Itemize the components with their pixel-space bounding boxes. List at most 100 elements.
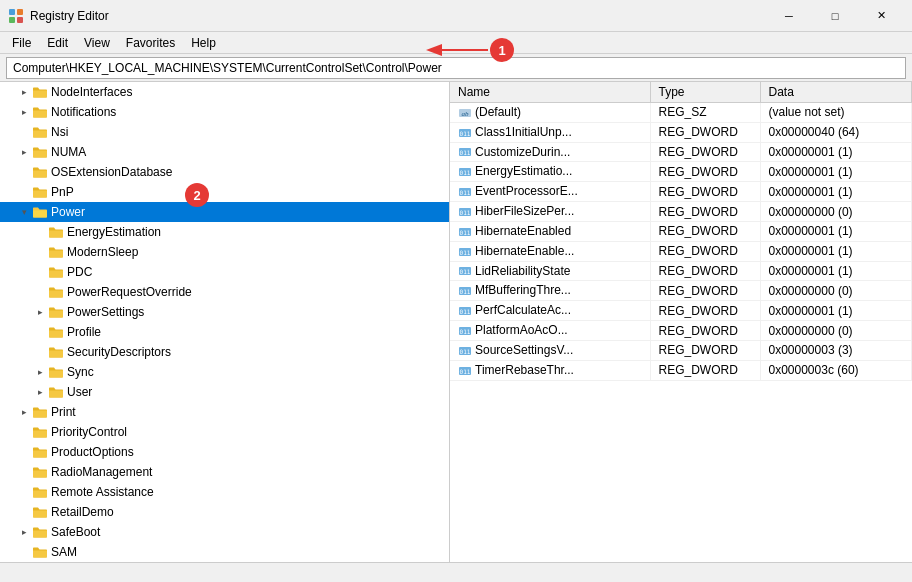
folder-icon (32, 544, 48, 560)
address-input[interactable] (6, 57, 906, 79)
tree-item-notifications[interactable]: ▸ Notifications (0, 102, 449, 122)
reg-data: 0x00000001 (1) (760, 221, 912, 241)
tree-item-pdc[interactable]: PDC (0, 262, 449, 282)
tree-item-radiomanagement[interactable]: RadioManagement (0, 462, 449, 482)
expand-btn[interactable]: ▾ (16, 204, 32, 220)
table-row[interactable]: 011 Class1InitialUnp... REG_DWORD 0x0000… (450, 122, 912, 142)
tree-item-powersettings[interactable]: ▸ PowerSettings (0, 302, 449, 322)
reg-name: 011 HibernateEnabled (450, 221, 650, 241)
svg-text:011: 011 (460, 348, 471, 355)
expand-btn[interactable]: ▸ (16, 524, 32, 540)
tree-item-prioritycontrol[interactable]: PriorityControl (0, 422, 449, 442)
svg-text:011: 011 (460, 229, 471, 236)
restore-button[interactable]: □ (812, 0, 858, 32)
table-row[interactable]: 011 HibernateEnabled REG_DWORD 0x0000000… (450, 221, 912, 241)
right-pane: Name Type Data ab (Default) REG_SZ (valu… (450, 82, 912, 562)
table-row[interactable]: 011 EnergyEstimatio... REG_DWORD 0x00000… (450, 162, 912, 182)
folder-icon (48, 384, 64, 400)
reg-type: REG_DWORD (650, 321, 760, 341)
table-row[interactable]: ab (Default) REG_SZ (value not set) (450, 103, 912, 123)
table-row[interactable]: 011 PlatformAoAcO... REG_DWORD 0x0000000… (450, 321, 912, 341)
folder-icon (32, 444, 48, 460)
reg-type: REG_DWORD (650, 281, 760, 301)
svg-rect-1 (17, 9, 23, 15)
tree-label: OSExtensionDatabase (51, 165, 172, 179)
tree-item-pnp[interactable]: PnP (0, 182, 449, 202)
tree-label: Remote Assistance (51, 485, 154, 499)
menu-help[interactable]: Help (183, 34, 224, 52)
folder-icon (32, 424, 48, 440)
tree-item-power[interactable]: ▾ Power (0, 202, 449, 222)
tree-item-productoptions[interactable]: ProductOptions (0, 442, 449, 462)
minimize-button[interactable]: ─ (766, 0, 812, 32)
table-row[interactable]: 011 HiberFileSizePer... REG_DWORD 0x0000… (450, 202, 912, 222)
svg-text:ab: ab (462, 110, 470, 118)
tree-item-safeboot[interactable]: ▸ SafeBoot (0, 522, 449, 542)
tree-label: ModernSleep (67, 245, 138, 259)
reg-data: 0x00000003 (3) (760, 340, 912, 360)
close-button[interactable]: ✕ (858, 0, 904, 32)
tree-label: RetailDemo (51, 505, 114, 519)
tree-item-numa[interactable]: ▸ NUMA (0, 142, 449, 162)
tree-label: PnP (51, 185, 74, 199)
reg-type: REG_DWORD (650, 122, 760, 142)
svg-text:011: 011 (460, 249, 471, 256)
menu-edit[interactable]: Edit (39, 34, 76, 52)
tree-item-sync[interactable]: ▸ Sync (0, 362, 449, 382)
folder-icon (32, 504, 48, 520)
expand-btn[interactable]: ▸ (16, 144, 32, 160)
tree-item-energyestimation[interactable]: EnergyEstimation (0, 222, 449, 242)
svg-rect-2 (9, 17, 15, 23)
expand-btn[interactable]: ▸ (32, 364, 48, 380)
folder-icon (48, 264, 64, 280)
table-row[interactable]: 011 PerfCalculateAc... REG_DWORD 0x00000… (450, 301, 912, 321)
tree-item-osextensiondatabase[interactable]: OSExtensionDatabase (0, 162, 449, 182)
menu-favorites[interactable]: Favorites (118, 34, 183, 52)
folder-icon (32, 464, 48, 480)
expand-btn[interactable]: ▸ (16, 104, 32, 120)
tree-item-remoteassistance[interactable]: Remote Assistance (0, 482, 449, 502)
tree-item-retaildemo[interactable]: RetailDemo (0, 502, 449, 522)
tree-label: ProductOptions (51, 445, 134, 459)
registry-table: Name Type Data ab (Default) REG_SZ (valu… (450, 82, 912, 381)
menu-view[interactable]: View (76, 34, 118, 52)
tree-item-modernsleep[interactable]: ModernSleep (0, 242, 449, 262)
table-row[interactable]: 011 LidReliabilityState REG_DWORD 0x0000… (450, 261, 912, 281)
tree-label: Profile (67, 325, 101, 339)
tree-label: Print (51, 405, 76, 419)
tree-pane[interactable]: ▸ NodeInterfaces▸ Notifications Nsi▸ NUM… (0, 82, 450, 562)
reg-name: 011 LidReliabilityState (450, 261, 650, 281)
table-row[interactable]: 011 TimerRebaseThr... REG_DWORD 0x000000… (450, 360, 912, 380)
reg-data: 0x00000001 (1) (760, 142, 912, 162)
reg-type: REG_DWORD (650, 202, 760, 222)
expand-btn[interactable]: ▸ (16, 404, 32, 420)
expand-btn[interactable]: ▸ (32, 384, 48, 400)
table-row[interactable]: 011 HibernateEnable... REG_DWORD 0x00000… (450, 241, 912, 261)
expand-placeholder (16, 444, 32, 460)
table-row[interactable]: 011 CustomizeDurin... REG_DWORD 0x000000… (450, 142, 912, 162)
expand-placeholder (16, 124, 32, 140)
title-bar-controls: ─ □ ✕ (766, 0, 904, 32)
tree-item-profile[interactable]: Profile (0, 322, 449, 342)
expand-placeholder (32, 244, 48, 260)
tree-label: NodeInterfaces (51, 85, 132, 99)
expand-btn[interactable]: ▸ (32, 304, 48, 320)
tree-item-print[interactable]: ▸ Print (0, 402, 449, 422)
tree-item-nodeinterfaces[interactable]: ▸ NodeInterfaces (0, 82, 449, 102)
tree-item-sam[interactable]: SAM (0, 542, 449, 562)
tree-label: PriorityControl (51, 425, 127, 439)
menu-file[interactable]: File (4, 34, 39, 52)
tree-item-user[interactable]: ▸ User (0, 382, 449, 402)
tree-item-powerrequestoverride[interactable]: PowerRequestOverride (0, 282, 449, 302)
reg-name: 011 CustomizeDurin... (450, 142, 650, 162)
tree-label: PowerSettings (67, 305, 144, 319)
reg-data: 0x00000000 (0) (760, 202, 912, 222)
table-row[interactable]: 011 SourceSettingsV... REG_DWORD 0x00000… (450, 340, 912, 360)
tree-item-nsi[interactable]: Nsi (0, 122, 449, 142)
expand-btn[interactable]: ▸ (16, 84, 32, 100)
tree-item-securitydescriptors[interactable]: SecurityDescriptors (0, 342, 449, 362)
table-row[interactable]: 011 EventProcessorE... REG_DWORD 0x00000… (450, 182, 912, 202)
reg-name: 011 HibernateEnable... (450, 241, 650, 261)
table-row[interactable]: 011 MfBufferingThre... REG_DWORD 0x00000… (450, 281, 912, 301)
col-type: Type (650, 82, 760, 103)
